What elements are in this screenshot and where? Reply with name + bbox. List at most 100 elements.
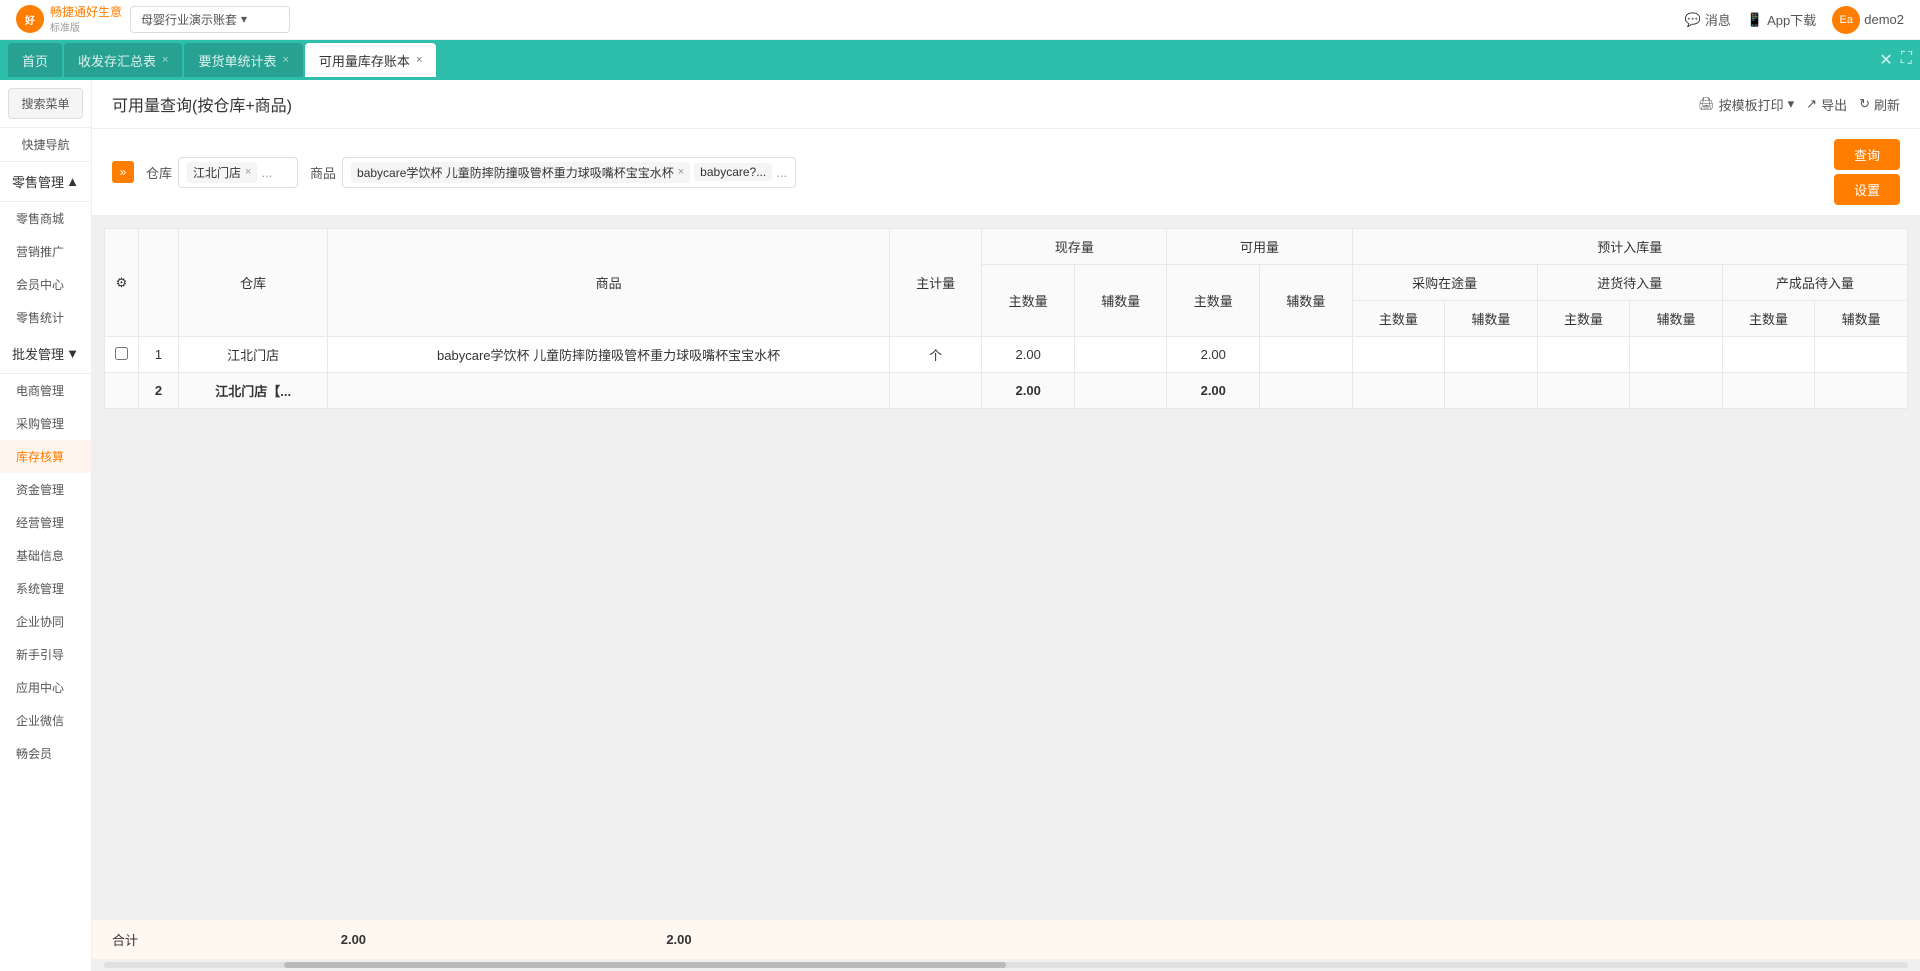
sidebar-wholesale-title[interactable]: 批发管理 ▼	[0, 334, 91, 373]
warehouse-input[interactable]: 江北门店 × ...	[178, 157, 298, 188]
tab-receipts[interactable]: 收发存汇总表 ×	[64, 43, 182, 77]
scrollbar-thumb[interactable]	[284, 962, 1006, 968]
quick-nav-btn[interactable]: 快捷导航	[0, 128, 91, 162]
chevron-icon: ▲	[66, 174, 79, 189]
row1-incoming-main	[1537, 337, 1630, 373]
sidebar-item-ecommerce[interactable]: 电商管理	[0, 374, 91, 407]
logo-text: 畅捷通好生意	[50, 5, 122, 19]
product-input[interactable]: babycare学饮杯 儿童防摔防撞吸管杯重力球吸嘴杯宝宝水杯 × babyca…	[342, 157, 796, 188]
print-label: 按模板打印	[1719, 95, 1784, 114]
sidebar-item-vip-member[interactable]: 畅会员	[0, 737, 91, 770]
close-window-icon[interactable]: ✕	[1879, 50, 1892, 70]
user-name: demo2	[1864, 12, 1904, 27]
content-area: 可用量查询(按仓库+商品) 🖨 按模板打印 ▾ ↗ 导出 ↻ 刷新 »	[92, 80, 1920, 971]
footer-available-aux	[760, 932, 923, 947]
industry-selector[interactable]: 母婴行业演示账套 ▾	[130, 6, 290, 33]
table-area: ⚙ 仓库 商品 主计量 现存量 可用量 预计入库量 主数量 辅数量 主数量	[92, 216, 1920, 919]
sidebar-item-enterprise-coop[interactable]: 企业协同	[0, 605, 91, 638]
sidebar-item-purchase[interactable]: 采购管理	[0, 407, 91, 440]
sidebar-retail-mgmt-label: 零售管理	[12, 172, 64, 191]
tab-bar: 首页 收发存汇总表 × 要货单统计表 × 可用量库存账本 × ✕ ⛶	[0, 40, 1920, 80]
sidebar-item-finance[interactable]: 资金管理	[0, 473, 91, 506]
sidebar-item-inventory[interactable]: 库存核算	[0, 440, 91, 473]
table-row: 2 江北门店【... 2.00 2.00	[105, 373, 1908, 409]
product-more[interactable]: ...	[776, 165, 787, 180]
footer-stock-aux	[435, 932, 598, 947]
print-btn[interactable]: 🖨 按模板打印 ▾	[1698, 95, 1794, 114]
message-btn[interactable]: 💬 消息	[1685, 10, 1731, 29]
filter-toggle-btn[interactable]: »	[112, 161, 134, 183]
settings-icon: ⚙	[116, 275, 128, 290]
avatar: Ea	[1832, 6, 1860, 34]
product-filter-label: 商品	[310, 163, 336, 182]
tab-available-stock-close[interactable]: ×	[416, 54, 422, 66]
table-header-row1: ⚙ 仓库 商品 主计量 现存量 可用量 预计入库量	[105, 229, 1908, 265]
row2-stock-aux	[1074, 373, 1167, 409]
product-tag1: babycare学饮杯 儿童防摔防撞吸管杯重力球吸嘴杯宝宝水杯 ×	[351, 162, 690, 183]
sidebar-item-new-guide[interactable]: 新手引导	[0, 638, 91, 671]
product-tag1-text: babycare学饮杯 儿童防摔防撞吸管杯重力球吸嘴杯宝宝水杯	[357, 164, 674, 181]
sidebar-item-app-center[interactable]: 应用中心	[0, 671, 91, 704]
tab-receipts-close[interactable]: ×	[162, 54, 168, 66]
logo-icon: 好	[16, 5, 44, 33]
mobile-icon: 📱	[1747, 12, 1763, 28]
query-btn[interactable]: 查询	[1834, 139, 1900, 170]
sidebar-item-operations[interactable]: 经营管理	[0, 506, 91, 539]
col-stock-aux-header: 辅数量	[1074, 265, 1167, 337]
tab-available-stock[interactable]: 可用量库存账本 ×	[305, 43, 436, 77]
user-area[interactable]: Ea demo2	[1832, 6, 1904, 34]
row1-check[interactable]	[115, 347, 128, 360]
row2-checkbox[interactable]	[105, 373, 139, 409]
warehouse-filter-label: 仓库	[146, 163, 172, 182]
sidebar-item-marketing[interactable]: 营销推广	[0, 235, 91, 268]
download-label: App下载	[1767, 10, 1816, 29]
col-planned-header: 预计入库量	[1352, 229, 1907, 265]
tab-order-stats[interactable]: 要货单统计表 ×	[184, 43, 302, 77]
export-btn[interactable]: ↗ 导出	[1806, 95, 1847, 114]
chevron-icon-2: ▼	[66, 346, 79, 361]
warehouse-tag: 江北门店 ×	[187, 162, 257, 183]
sidebar: 搜索菜单 快捷导航 零售管理 ▲ 零售商城 营销推广 会员中心 零售统计 批发管…	[0, 80, 92, 971]
row1-warehouse: 江北门店	[179, 337, 328, 373]
logo-text-area: 畅捷通好生意 标准版	[50, 5, 122, 34]
col-settings[interactable]: ⚙	[105, 229, 139, 337]
col-current-stock-header: 现存量	[982, 229, 1167, 265]
industry-label: 母婴行业演示账套	[141, 11, 237, 28]
search-menu-btn[interactable]: 搜索菜单	[8, 88, 83, 119]
top-bar-left: 好 畅捷通好生意 标准版 母婴行业演示账套 ▾	[16, 5, 290, 34]
row2-warehouse: 江北门店【...	[179, 373, 328, 409]
sidebar-item-basic-info[interactable]: 基础信息	[0, 539, 91, 572]
tab-order-stats-close[interactable]: ×	[282, 54, 288, 66]
print-chevron: ▾	[1788, 96, 1795, 112]
row2-production-main	[1722, 373, 1815, 409]
col-purchase-transit-header: 采购在途量	[1352, 265, 1537, 301]
sidebar-item-enterprise-wechat[interactable]: 企业微信	[0, 704, 91, 737]
print-icon: 🖨	[1698, 96, 1715, 112]
row1-available-aux	[1260, 337, 1353, 373]
warehouse-more[interactable]: ...	[261, 165, 272, 180]
row2-num: 2	[139, 373, 179, 409]
refresh-btn[interactable]: ↻ 刷新	[1859, 95, 1900, 114]
warehouse-tag-close[interactable]: ×	[245, 166, 251, 178]
row1-available-main: 2.00	[1167, 337, 1260, 373]
footer-production-aux	[1737, 932, 1900, 947]
sidebar-retail-mgmt-title[interactable]: 零售管理 ▲	[0, 162, 91, 201]
horizontal-scrollbar[interactable]	[92, 959, 1920, 971]
footer-available-main: 2.00	[598, 932, 761, 947]
expand-icon[interactable]: ⛶	[1901, 50, 1912, 70]
row1-purchase-main	[1352, 337, 1445, 373]
row2-available-aux	[1260, 373, 1353, 409]
sidebar-item-system[interactable]: 系统管理	[0, 572, 91, 605]
row1-checkbox[interactable]	[105, 337, 139, 373]
sidebar-item-retail-mall[interactable]: 零售商城	[0, 202, 91, 235]
tab-home[interactable]: 首页	[8, 43, 62, 77]
col-available-main-header: 主数量	[1167, 265, 1260, 337]
scrollbar-track	[104, 962, 1908, 968]
tab-receipts-label: 收发存汇总表	[78, 51, 156, 70]
sidebar-item-member-center[interactable]: 会员中心	[0, 268, 91, 301]
refresh-label: 刷新	[1874, 95, 1900, 114]
download-btn[interactable]: 📱 App下载	[1747, 10, 1816, 29]
sidebar-item-retail-stats[interactable]: 零售统计	[0, 301, 91, 334]
product-tag1-close[interactable]: ×	[678, 166, 684, 178]
settings-btn[interactable]: 设置	[1834, 174, 1900, 205]
